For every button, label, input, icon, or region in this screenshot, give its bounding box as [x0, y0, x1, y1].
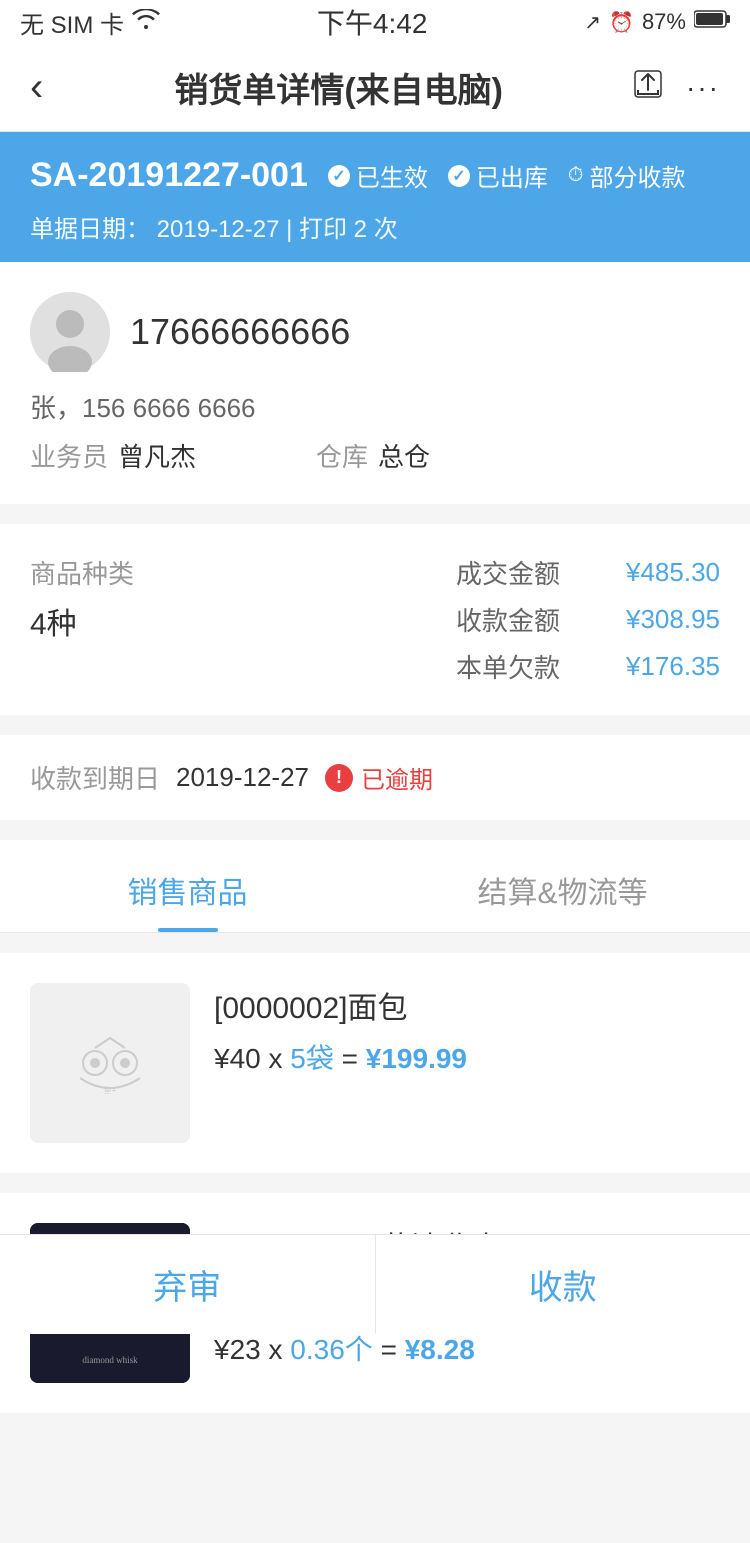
page-title: 销货单详情(来自电脑) — [174, 63, 503, 112]
header-banner: SA-20191227-001 ✓ 已生效 ✓ 已出库 ⏱ 部分收款 单据日期：… — [0, 132, 750, 262]
customer-meta: 业务员 曾凡杰 仓库 总仓 — [30, 437, 720, 474]
status-right: ↗ ⏰ 87% — [584, 9, 730, 35]
received-value: ¥308.95 — [590, 604, 720, 635]
debt-value: ¥176.35 — [590, 651, 720, 682]
overdue-text: 已逾期 — [361, 760, 433, 795]
customer-section: 17666666666 张，156 6666 6666 业务员 曾凡杰 仓库 总… — [0, 262, 750, 504]
stats-category: 商品种类 4种 — [30, 554, 134, 643]
tab-sales-products[interactable]: 销售商品 — [0, 840, 375, 932]
product-price-1: ¥40 x 5袋 = ¥199.99 — [214, 1037, 720, 1077]
due-date: 2019-12-27 — [176, 762, 309, 793]
status-bar: 无 SIM 卡 下午4:42 ↗ ⏰ 87% — [0, 0, 750, 44]
status-left: 无 SIM 卡 — [20, 5, 160, 40]
badge-shipped: ✓ 已出库 — [448, 158, 548, 193]
nav-right: ··· — [634, 70, 720, 105]
separator-2: = — [381, 1334, 405, 1365]
confirm-button[interactable]: 收款 — [376, 1235, 750, 1334]
nav-left: ‹ — [30, 65, 43, 110]
warehouse-name: 总仓 — [378, 437, 430, 474]
tab-settlement[interactable]: 结算&物流等 — [375, 840, 750, 932]
amount-value: ¥485.30 — [590, 557, 720, 588]
cancel-button[interactable]: 弃审 — [0, 1235, 376, 1334]
print-info: 打印 2 次 — [299, 216, 398, 243]
order-date-row: 单据日期： 2019-12-27 | 打印 2 次 — [30, 209, 720, 244]
order-id: SA-20191227-001 — [30, 156, 308, 195]
amount-label: 成交金额 — [456, 554, 560, 591]
clock-icon: ⏱ — [568, 164, 584, 187]
received-label: 收款金额 — [456, 601, 560, 638]
bottom-bar: 弃审 收款 — [0, 1234, 750, 1334]
product-item: 鱼+ [0000002]面包 ¥40 x 5袋 = ¥199.99 — [0, 953, 750, 1173]
product-name-1: [0000002]面包 — [214, 983, 720, 1027]
stats-section: 商品种类 4种 成交金额 ¥485.30 收款金额 ¥308.95 本单欠款 ¥… — [0, 524, 750, 715]
tabs-section: 销售商品 结算&物流等 — [0, 840, 750, 933]
separator-1: = — [342, 1043, 366, 1074]
check-icon-2: ✓ — [448, 165, 470, 187]
product-price-2: ¥23 x 0.36个 = ¥8.28 — [214, 1328, 720, 1368]
wifi-icon — [132, 8, 160, 36]
total-2: ¥8.28 — [405, 1334, 475, 1365]
customer-name: 张，156 6666 6666 — [30, 388, 720, 425]
debt-label: 本单欠款 — [456, 648, 560, 685]
qty-1: 5袋 — [290, 1043, 334, 1074]
category-value: 4种 — [30, 599, 134, 643]
product-thumbnail-1: 鱼+ — [30, 983, 190, 1143]
total-1: ¥199.99 — [366, 1043, 467, 1074]
svg-text:diamond whisk: diamond whisk — [82, 1355, 138, 1365]
agent-label: 业务员 — [30, 437, 108, 474]
battery-icon — [694, 9, 730, 35]
location-icon: ↗ — [584, 10, 601, 35]
overdue-badge: ! 已逾期 — [325, 760, 433, 795]
due-label: 收款到期日 — [30, 759, 160, 796]
sim-status: 无 SIM 卡 — [20, 5, 124, 40]
avatar — [30, 292, 110, 372]
check-icon: ✓ — [328, 165, 350, 187]
agent-name: 曾凡杰 — [118, 437, 196, 474]
price-text-2: ¥23 x — [214, 1334, 290, 1365]
status-time: 下午4:42 — [317, 2, 428, 42]
battery-text: 87% — [642, 9, 686, 35]
debt-row: 本单欠款 ¥176.35 — [456, 648, 720, 685]
more-icon[interactable]: ··· — [686, 72, 720, 104]
svg-text:鱼+: 鱼+ — [104, 1085, 117, 1095]
badge-effective: ✓ 已生效 — [328, 158, 428, 193]
alarm-icon: ⏰ — [609, 10, 634, 35]
share-icon[interactable] — [634, 70, 662, 105]
price-text-1: ¥40 x — [214, 1043, 290, 1074]
amount-row: 成交金额 ¥485.30 — [456, 554, 720, 591]
overdue-icon: ! — [325, 764, 353, 792]
product-info-1: [0000002]面包 ¥40 x 5袋 = ¥199.99 — [214, 983, 720, 1077]
warehouse-label: 仓库 — [316, 437, 368, 474]
order-date: 2019-12-27 — [157, 216, 280, 243]
nav-bar: ‹ 销货单详情(来自电脑) ··· — [0, 44, 750, 132]
stats-amounts: 成交金额 ¥485.30 收款金额 ¥308.95 本单欠款 ¥176.35 — [456, 554, 720, 685]
date-label: 单据日期： — [30, 216, 150, 243]
customer-phone: 17666666666 — [130, 311, 350, 353]
received-row: 收款金额 ¥308.95 — [456, 601, 720, 638]
category-label: 商品种类 — [30, 554, 134, 591]
due-section: 收款到期日 2019-12-27 ! 已逾期 — [0, 735, 750, 820]
badge-partial: ⏱ 部分收款 — [568, 158, 686, 193]
separator: | — [286, 216, 299, 243]
qty-2: 0.36个 — [290, 1334, 373, 1365]
back-button[interactable]: ‹ — [30, 65, 43, 110]
